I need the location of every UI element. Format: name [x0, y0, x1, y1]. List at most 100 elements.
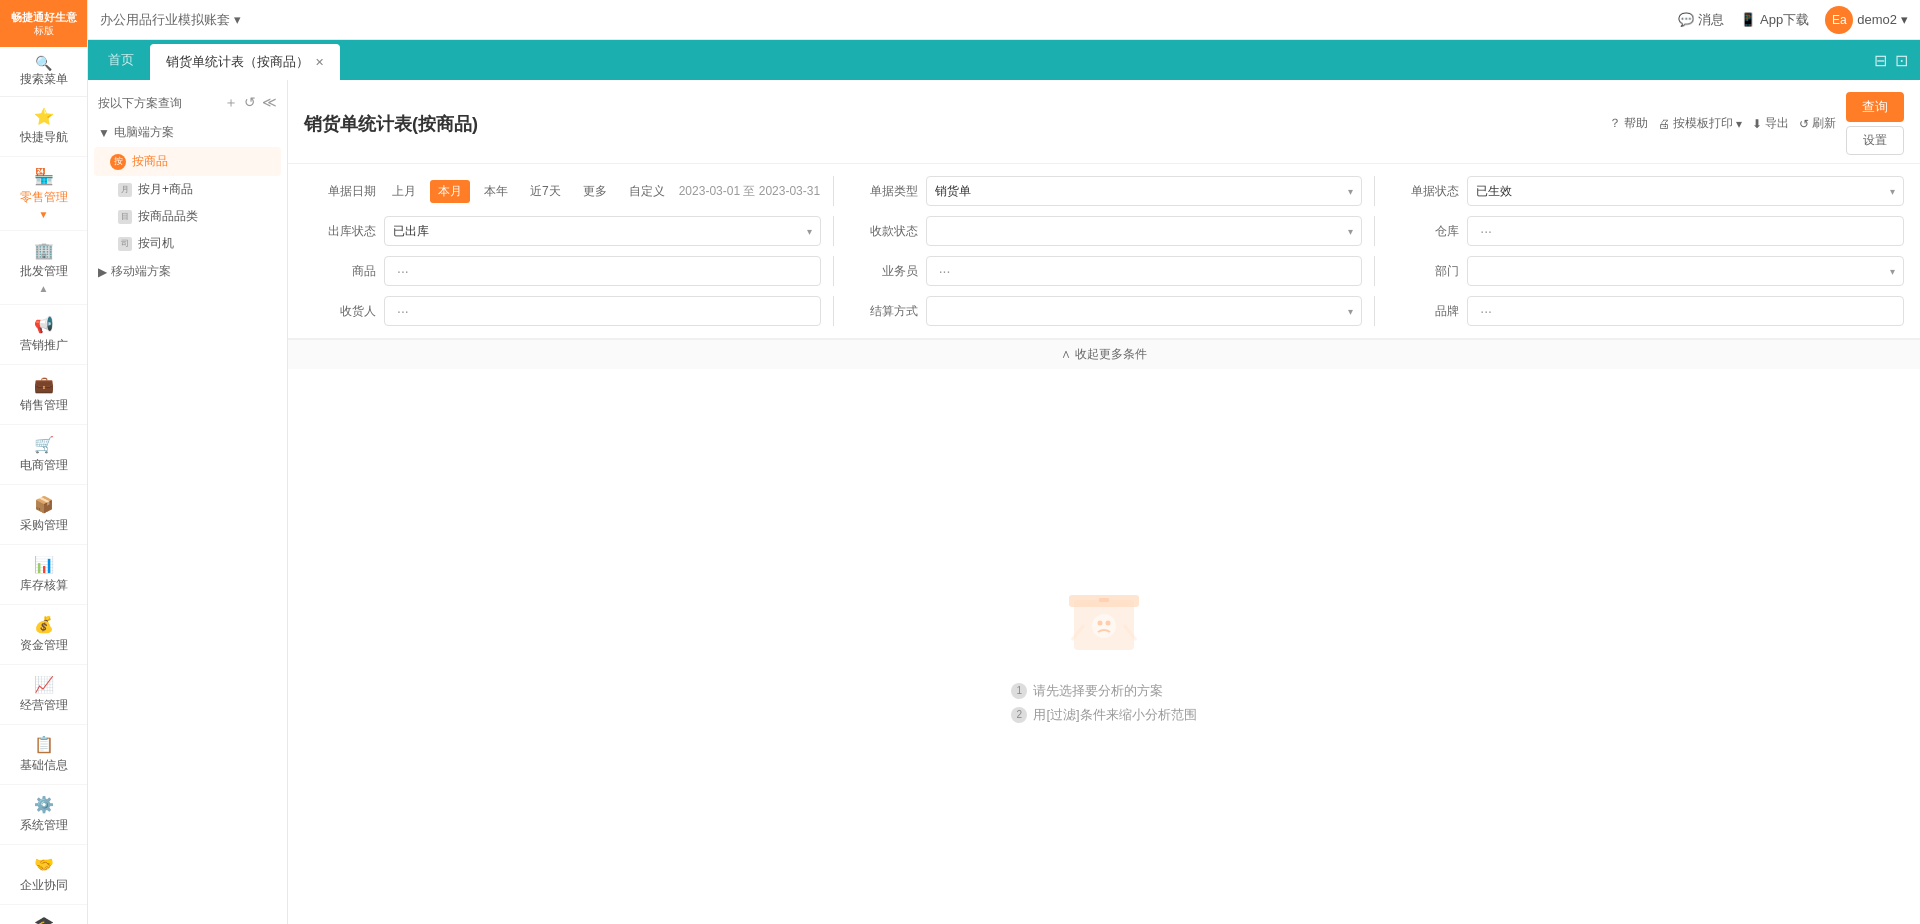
sidebar-search[interactable]: 🔍 搜索菜单 [0, 47, 87, 97]
app-download-btn[interactable]: 📱 App下载 [1740, 11, 1809, 29]
sidebar-item-sales[interactable]: 💼 销售管理 [0, 365, 87, 425]
tab-home[interactable]: 首页 [92, 40, 150, 80]
messages-btn[interactable]: 💬 消息 [1678, 11, 1724, 29]
collapse-panel-btn[interactable]: ≪ [262, 94, 277, 112]
collect-status-select[interactable]: ▾ [926, 216, 1363, 246]
doc-type-select[interactable]: 销货单 ▾ [926, 176, 1363, 206]
svg-point-2 [1092, 614, 1116, 638]
brand-dots[interactable]: ··· [1480, 303, 1492, 319]
scheme-item-by-category[interactable]: 目 按商品品类 [94, 203, 281, 230]
quicknav-label: 快捷导航 [20, 129, 68, 146]
print-label: 按模板打印 [1673, 115, 1733, 132]
date-tag-last-month[interactable]: 上月 [384, 180, 424, 203]
sidebar-item-retail[interactable]: 🏪 零售管理 ▼ [0, 157, 87, 231]
help-btn[interactable]: ？ 帮助 [1609, 115, 1648, 132]
retail-arrow: ▼ [39, 209, 49, 220]
add-scheme-btn[interactable]: ＋ [224, 94, 238, 112]
print-btn[interactable]: 🖨 按模板打印 ▾ [1658, 115, 1742, 132]
marketing-icon: 📢 [34, 315, 54, 334]
out-status-label: 出库状态 [304, 223, 384, 240]
left-panel: 按以下方案查询 ＋ ↺ ≪ ▼ 电脑端方案 按 按商品 月 按月 [88, 80, 288, 924]
doc-status-select[interactable]: 已生效 ▾ [1467, 176, 1904, 206]
date-tag-more[interactable]: 更多 [575, 180, 615, 203]
industry-name: 办公用品行业模拟账套 [100, 11, 230, 29]
date-tag-this-year[interactable]: 本年 [476, 180, 516, 203]
sidebar-item-marketing[interactable]: 📢 营销推广 [0, 305, 87, 365]
scheme-section-pc-arrow: ▼ [98, 126, 110, 140]
tab-minimize-btn[interactable]: ⊟ [1874, 51, 1887, 70]
doc-type-chevron: ▾ [1348, 186, 1353, 197]
sidebar-item-finance[interactable]: 💰 资金管理 [0, 605, 87, 665]
salesperson-dots[interactable]: ··· [939, 263, 951, 279]
newbie-icon: 🎓 [34, 915, 54, 924]
filter-row-3: 商品 ··· 业务员 ··· [304, 256, 1904, 286]
sidebar-item-inventory[interactable]: 📊 库存核算 [0, 545, 87, 605]
tab-close-btn[interactable]: ✕ [315, 56, 324, 69]
wholesale-label: 批发管理 [20, 263, 68, 280]
filter-area: 单据日期 上月 本月 本年 近7天 更多 自定义 2023-03-01 至 20… [288, 164, 1920, 339]
help-icon: ？ [1609, 115, 1621, 132]
top-header: 办公用品行业模拟账套 ▾ 💬 消息 📱 App下载 Ea demo2 ▾ [88, 0, 1920, 40]
app-logo: 畅捷通好生意 标版 [0, 0, 87, 47]
dept-select[interactable]: ▾ [1467, 256, 1904, 286]
date-tag-this-month[interactable]: 本月 [430, 180, 470, 203]
settings-button[interactable]: 设置 [1846, 126, 1904, 155]
scheme-section-pc-title[interactable]: ▼ 电脑端方案 [94, 118, 281, 147]
receiver-dots[interactable]: ··· [397, 303, 409, 319]
sidebar-item-enterprise[interactable]: 🤝 企业协同 [0, 845, 87, 905]
tip-text-1: 请先选择要分析的方案 [1033, 682, 1163, 700]
industry-dropdown[interactable]: 办公用品行业模拟账套 ▾ [100, 11, 241, 29]
divider-3 [833, 216, 834, 246]
refresh-btn[interactable]: ↺ 刷新 [1799, 115, 1836, 132]
tab-maximize-btn[interactable]: ⊡ [1895, 51, 1908, 70]
warehouse-dots[interactable]: ··· [1480, 223, 1492, 239]
out-status-value: 已出库 [393, 223, 429, 240]
export-label: 导出 [1765, 115, 1789, 132]
date-tag-7days[interactable]: 近7天 [522, 180, 569, 203]
collect-status-label: 收款状态 [846, 223, 926, 240]
scheme-section-mobile-title[interactable]: ▶ 移动端方案 [94, 257, 281, 286]
message-icon: 💬 [1678, 12, 1694, 27]
sidebar-item-operations[interactable]: 📈 经营管理 [0, 665, 87, 725]
quicknav-icon: ⭐ [34, 107, 54, 126]
page-title: 销货单统计表(按商品) [304, 112, 478, 136]
retail-icon: 🏪 [34, 167, 54, 186]
warehouse-input[interactable]: ··· [1467, 216, 1904, 246]
system-icon: ⚙️ [34, 795, 54, 814]
sidebar-item-purchase[interactable]: 📦 采购管理 [0, 485, 87, 545]
tab-sales-stat[interactable]: 销货单统计表（按商品） ✕ [150, 44, 340, 80]
scheme-item-by-product[interactable]: 按 按商品 [94, 147, 281, 176]
operations-label: 经营管理 [20, 697, 68, 714]
collapse-bar[interactable]: ∧ 收起更多条件 [288, 339, 1920, 369]
export-btn[interactable]: ⬇ 导出 [1752, 115, 1789, 132]
sidebar-item-ecommerce[interactable]: 🛒 电商管理 [0, 425, 87, 485]
refresh-scheme-btn[interactable]: ↺ [244, 94, 256, 112]
payment-method-select[interactable]: ▾ [926, 296, 1363, 326]
ecommerce-label: 电商管理 [20, 457, 68, 474]
scheme-active-dot: 按 [110, 154, 126, 170]
sidebar-item-basic[interactable]: 📋 基础信息 [0, 725, 87, 785]
sidebar-item-newbie[interactable]: 🎓 新手引导 [0, 905, 87, 924]
brand-input[interactable]: ··· [1467, 296, 1904, 326]
scheme-item-by-month-product[interactable]: 月 按月+商品 [94, 176, 281, 203]
date-tag-custom[interactable]: 自定义 [621, 180, 673, 203]
scheme-section-mobile-label: 移动端方案 [111, 263, 171, 280]
query-button[interactable]: 查询 [1846, 92, 1904, 122]
product-input[interactable]: ··· [384, 256, 821, 286]
receiver-input[interactable]: ··· [384, 296, 821, 326]
sidebar: 畅捷通好生意 标版 🔍 搜索菜单 ⭐ 快捷导航 🏪 零售管理 ▼ 🏢 批发管理 … [0, 0, 88, 924]
scheme-item-by-cashier[interactable]: 司 按司机 [94, 230, 281, 257]
sidebar-item-quicknav[interactable]: ⭐ 快捷导航 [0, 97, 87, 157]
header-right: 💬 消息 📱 App下载 Ea demo2 ▾ [1678, 6, 1908, 34]
sidebar-item-wholesale[interactable]: 🏢 批发管理 ▲ [0, 231, 87, 305]
dept-chevron: ▾ [1890, 266, 1895, 277]
out-status-select[interactable]: 已出库 ▾ [384, 216, 821, 246]
filter-row-4: 收货人 ··· 结算方式 ▾ [304, 296, 1904, 326]
user-menu[interactable]: Ea demo2 ▾ [1825, 6, 1908, 34]
header-left: 办公用品行业模拟账套 ▾ [100, 11, 241, 29]
inventory-label: 库存核算 [20, 577, 68, 594]
product-dots[interactable]: ··· [397, 263, 409, 279]
marketing-label: 营销推广 [20, 337, 68, 354]
sidebar-item-system[interactable]: ⚙️ 系统管理 [0, 785, 87, 845]
salesperson-input[interactable]: ··· [926, 256, 1363, 286]
